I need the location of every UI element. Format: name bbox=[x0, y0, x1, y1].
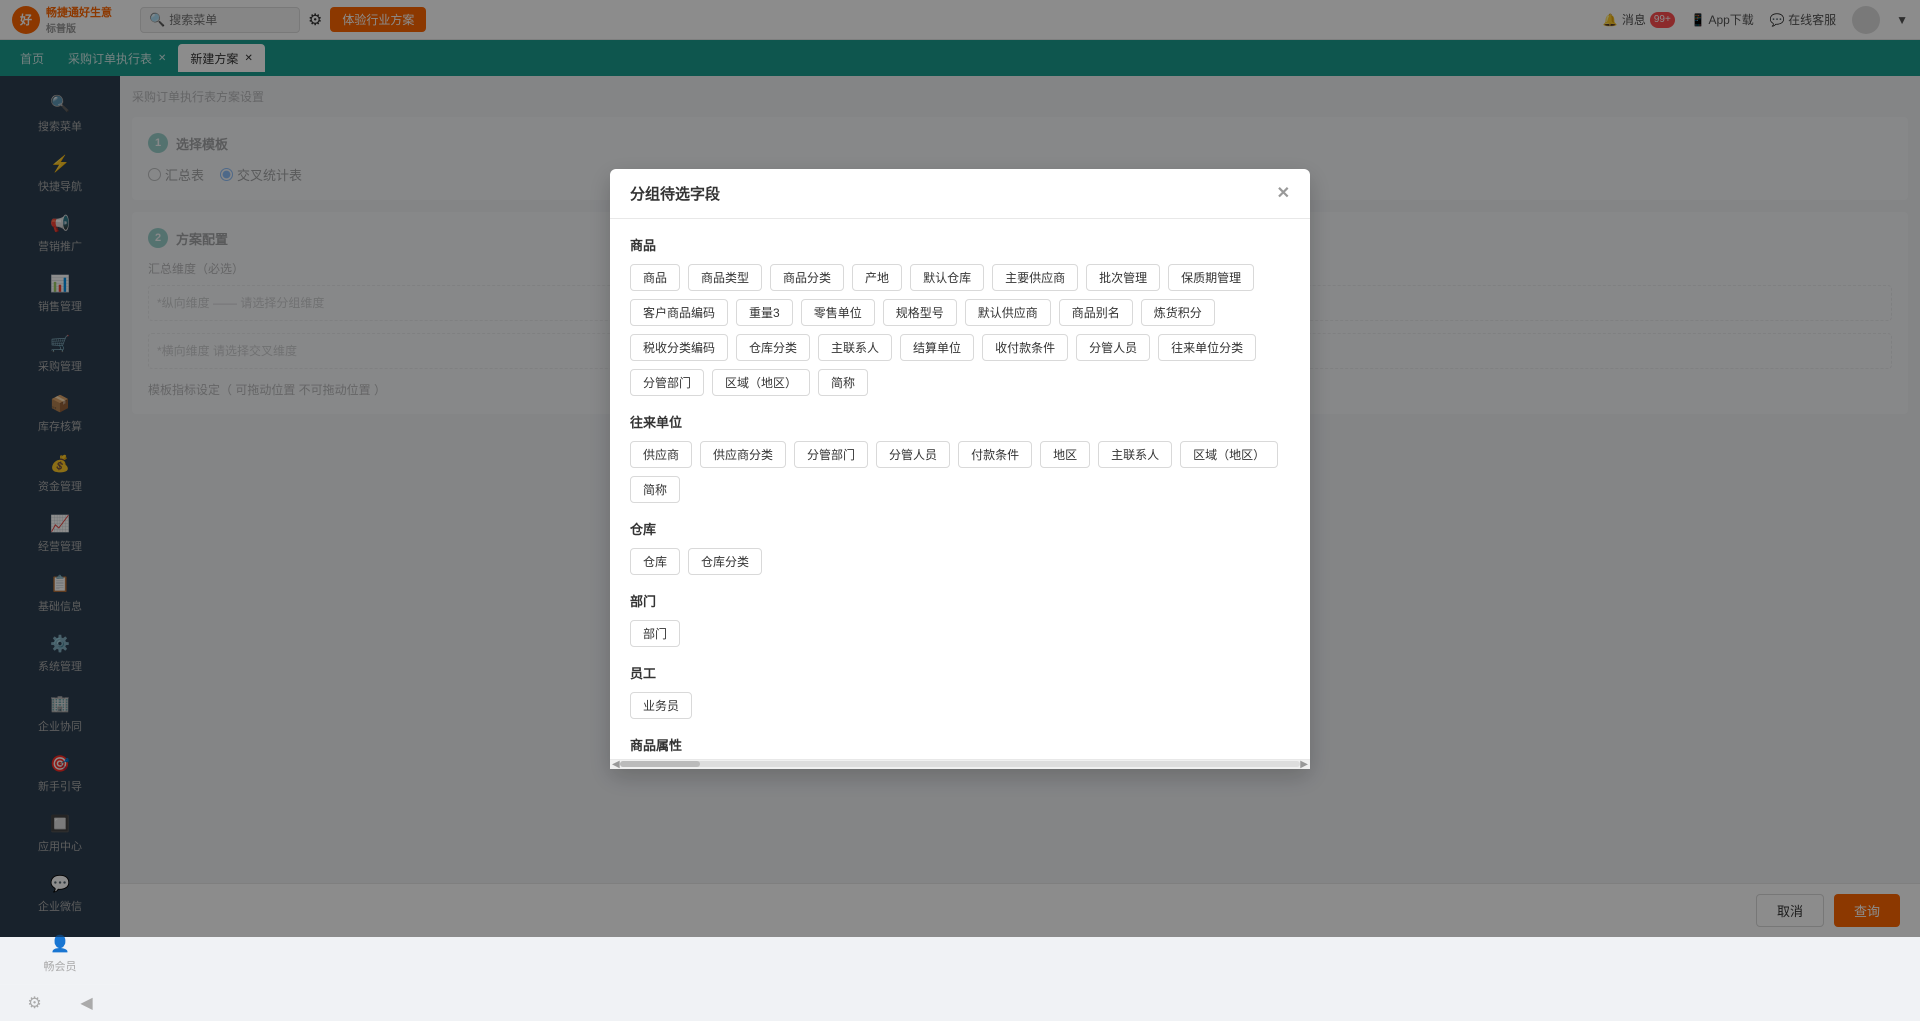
section-employee-title: 员工 bbox=[630, 663, 1290, 682]
section-product: 商品 商品 商品类型 商品分类 产地 默认仓库 主要供应商 批次管理 保质期管理… bbox=[630, 235, 1290, 396]
sidebar-item-member-label: 畅会员 bbox=[44, 958, 77, 974]
sidebar-bottom: ⚙ ◀ bbox=[0, 984, 120, 1021]
modal-body[interactable]: 商品 商品 商品类型 商品分类 产地 默认仓库 主要供应商 批次管理 保质期管理… bbox=[610, 219, 1310, 759]
field-tag-product[interactable]: 商品 bbox=[630, 264, 680, 291]
field-tag-warehouse-category[interactable]: 仓库分类 bbox=[736, 334, 810, 361]
hscroll-track bbox=[620, 761, 1301, 767]
field-tag-short-name-counterpart[interactable]: 简称 bbox=[630, 476, 680, 503]
field-tag-warehouse-cat[interactable]: 仓库分类 bbox=[688, 548, 762, 575]
field-tag-supervisor[interactable]: 分管人员 bbox=[1076, 334, 1150, 361]
section-counterpart-tags: 供应商 供应商分类 分管部门 分管人员 付款条件 地区 主联系人 区域（地区） … bbox=[630, 441, 1290, 503]
field-tag-shelf-life[interactable]: 保质期管理 bbox=[1168, 264, 1254, 291]
modal-overlay: 分组待选字段 ✕ 商品 商品 商品类型 商品分类 产地 默认仓库 主要供应商 批… bbox=[0, 0, 1920, 937]
section-product-attr-title: 商品属性 bbox=[630, 735, 1290, 754]
section-counterpart-title: 往来单位 bbox=[630, 412, 1290, 431]
field-tag-supplier[interactable]: 供应商 bbox=[630, 441, 692, 468]
section-department-title: 部门 bbox=[630, 591, 1290, 610]
modal-title: 分组待选字段 bbox=[630, 183, 720, 204]
section-product-tags: 商品 商品类型 商品分类 产地 默认仓库 主要供应商 批次管理 保质期管理 客户… bbox=[630, 264, 1290, 396]
field-tag-main-contact2[interactable]: 主联系人 bbox=[1098, 441, 1172, 468]
field-tag-retail-unit[interactable]: 零售单位 bbox=[801, 299, 875, 326]
modal-close-btn[interactable]: ✕ bbox=[1277, 183, 1290, 203]
section-product-attr: 商品属性 属性 颜色 多规格 尺码 鞋码 1 bbox=[630, 735, 1290, 759]
section-warehouse-title: 仓库 bbox=[630, 519, 1290, 538]
field-tag-weight[interactable]: 重量3 bbox=[736, 299, 793, 326]
field-tag-tax-code[interactable]: 税收分类编码 bbox=[630, 334, 728, 361]
field-tag-product-category[interactable]: 商品分类 bbox=[770, 264, 844, 291]
field-tag-short-name-product[interactable]: 简称 bbox=[818, 369, 868, 396]
field-tag-supervisor2[interactable]: 分管人员 bbox=[876, 441, 950, 468]
field-selector-modal: 分组待选字段 ✕ 商品 商品 商品类型 商品分类 产地 默认仓库 主要供应商 批… bbox=[610, 169, 1310, 769]
field-tag-settlement-unit[interactable]: 结算单位 bbox=[900, 334, 974, 361]
section-department: 部门 部门 bbox=[630, 591, 1290, 647]
field-tag-main-contact[interactable]: 主联系人 bbox=[818, 334, 892, 361]
field-tag-main-supplier[interactable]: 主要供应商 bbox=[992, 264, 1078, 291]
field-tag-warehouse[interactable]: 仓库 bbox=[630, 548, 680, 575]
section-employee-tags: 业务员 bbox=[630, 692, 1290, 719]
section-employee: 员工 业务员 bbox=[630, 663, 1290, 719]
field-tag-dept[interactable]: 分管部门 bbox=[630, 369, 704, 396]
field-tag-default-warehouse[interactable]: 默认仓库 bbox=[910, 264, 984, 291]
modal-horizontal-scrollbar[interactable]: ◀ ▶ bbox=[610, 759, 1310, 769]
field-tag-origin[interactable]: 产地 bbox=[852, 264, 902, 291]
member-icon: 👤 bbox=[50, 934, 70, 954]
sidebar-settings-icon[interactable]: ⚙ bbox=[27, 993, 41, 1013]
field-tag-default-supplier[interactable]: 默认供应商 bbox=[965, 299, 1051, 326]
field-tag-payment-terms2[interactable]: 付款条件 bbox=[958, 441, 1032, 468]
hscroll-right-arrow[interactable]: ▶ bbox=[1300, 759, 1308, 770]
field-tag-salesperson[interactable]: 业务员 bbox=[630, 692, 692, 719]
field-tag-region2[interactable]: 地区 bbox=[1040, 441, 1090, 468]
field-tag-customer-code[interactable]: 客户商品编码 bbox=[630, 299, 728, 326]
hscroll-thumb[interactable] bbox=[620, 761, 700, 767]
field-tag-payment-terms[interactable]: 收付款条件 bbox=[982, 334, 1068, 361]
field-tag-region-area[interactable]: 区域（地区） bbox=[1180, 441, 1278, 468]
hscroll-left-arrow[interactable]: ◀ bbox=[612, 759, 620, 770]
field-tag-batch-mgmt[interactable]: 批次管理 bbox=[1086, 264, 1160, 291]
field-tag-spec-model[interactable]: 规格型号 bbox=[883, 299, 957, 326]
field-tag-product-type[interactable]: 商品类型 bbox=[688, 264, 762, 291]
section-counterpart: 往来单位 供应商 供应商分类 分管部门 分管人员 付款条件 地区 主联系人 区域… bbox=[630, 412, 1290, 503]
field-tag-dept2[interactable]: 分管部门 bbox=[794, 441, 868, 468]
field-tag-department[interactable]: 部门 bbox=[630, 620, 680, 647]
sidebar-collapse-icon[interactable]: ◀ bbox=[80, 993, 92, 1013]
modal-header: 分组待选字段 ✕ bbox=[610, 169, 1310, 219]
section-warehouse: 仓库 仓库 仓库分类 bbox=[630, 519, 1290, 575]
field-tag-alias[interactable]: 商品别名 bbox=[1059, 299, 1133, 326]
field-tag-supplier-category[interactable]: 供应商分类 bbox=[700, 441, 786, 468]
section-warehouse-tags: 仓库 仓库分类 bbox=[630, 548, 1290, 575]
section-product-title: 商品 bbox=[630, 235, 1290, 254]
field-tag-region-product[interactable]: 区域（地区） bbox=[712, 369, 810, 396]
field-tag-counterpart-category[interactable]: 往来单位分类 bbox=[1158, 334, 1256, 361]
field-tag-refine-points[interactable]: 炼货积分 bbox=[1141, 299, 1215, 326]
section-department-tags: 部门 bbox=[630, 620, 1290, 647]
